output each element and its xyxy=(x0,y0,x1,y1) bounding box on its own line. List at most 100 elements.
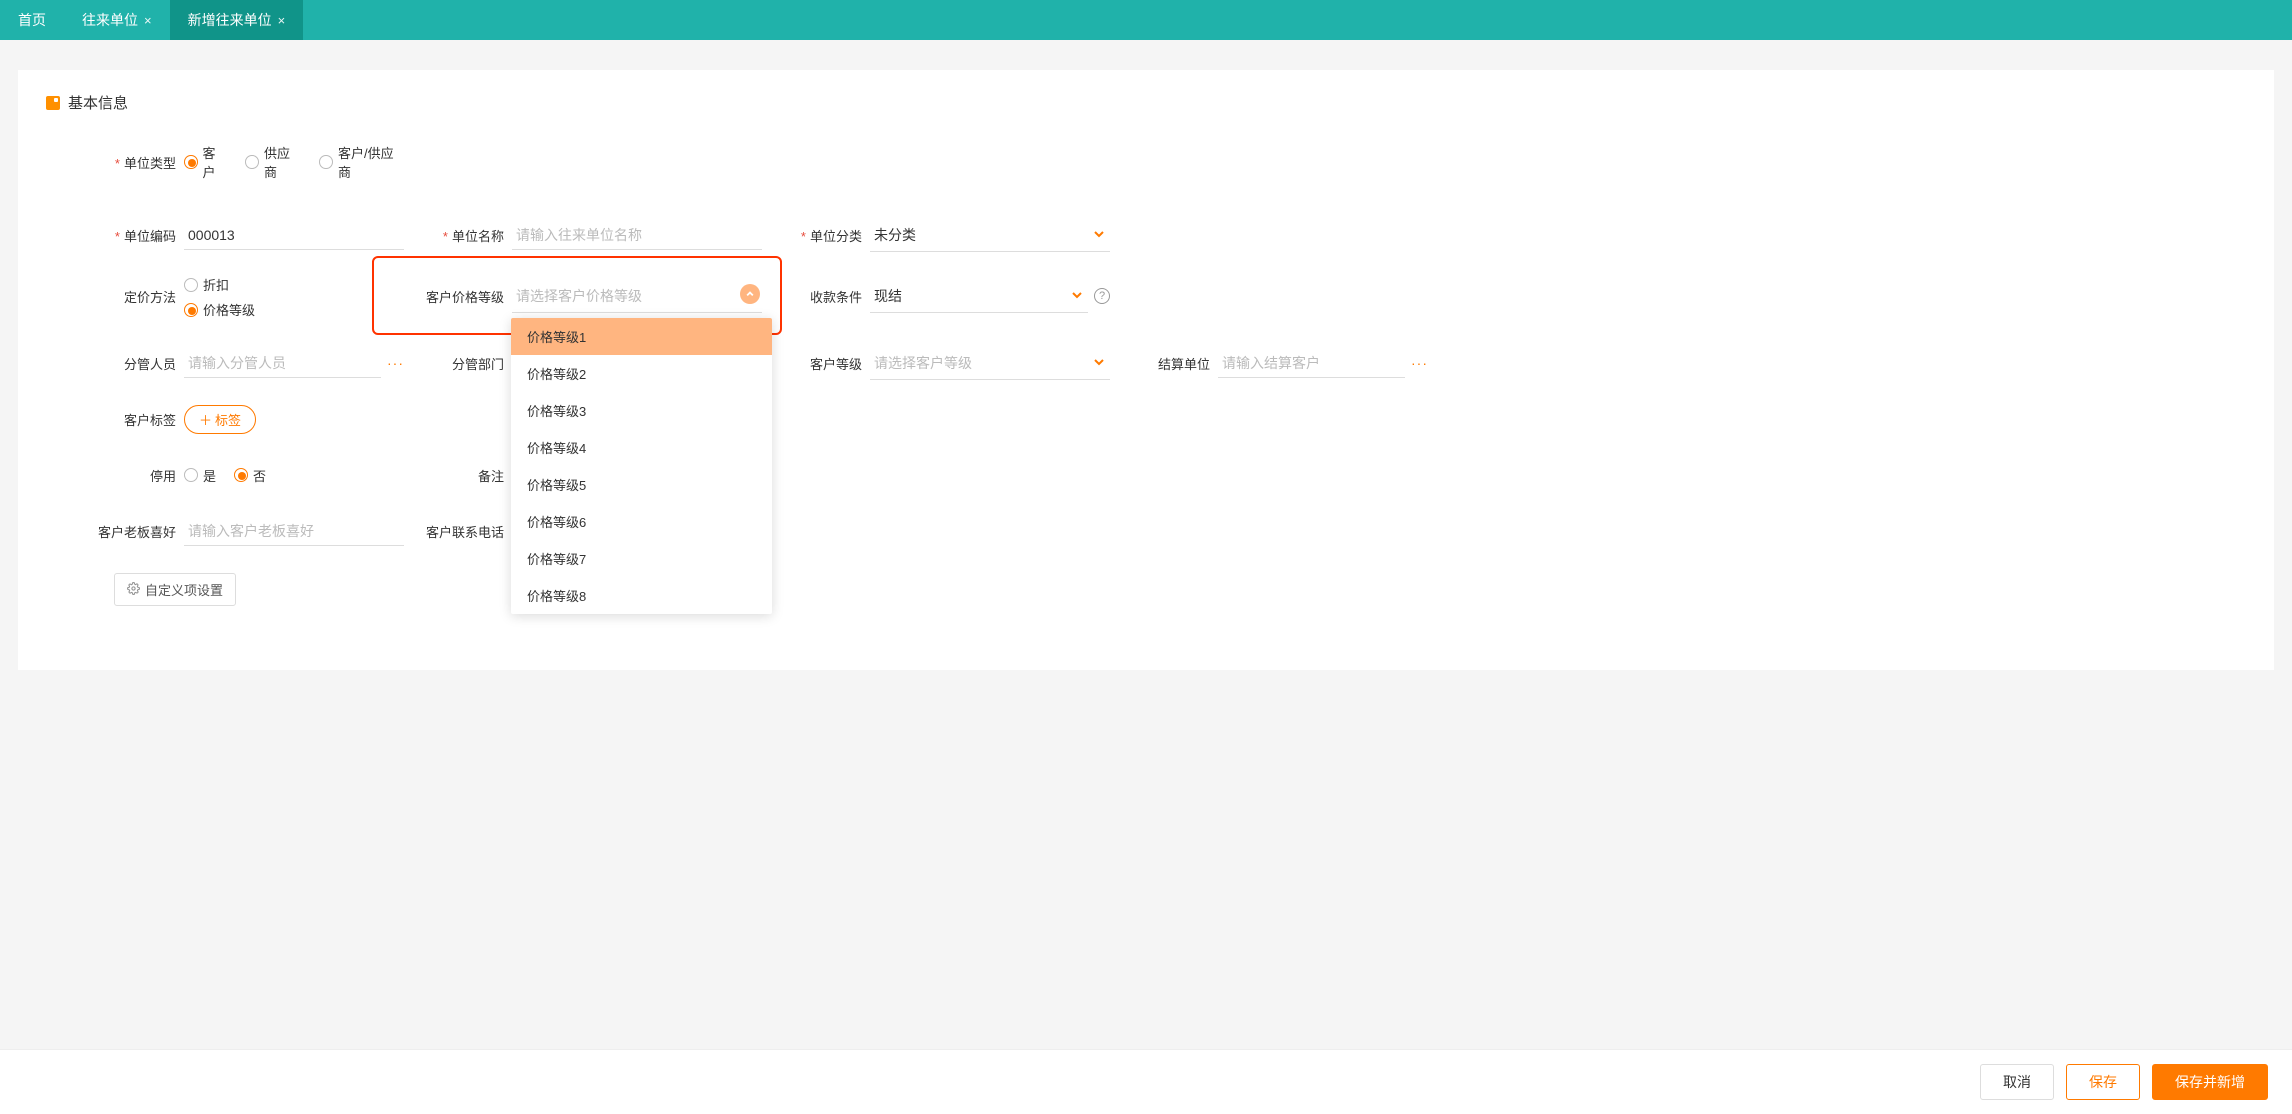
section-title: 基本信息 xyxy=(68,92,128,113)
cancel-label: 取消 xyxy=(2003,1074,2031,1090)
tab-home-label: 首页 xyxy=(18,10,46,30)
unit-category-value: 未分类 xyxy=(874,227,916,243)
chevron-down-icon xyxy=(1070,288,1084,302)
price-level-option[interactable]: 价格等级1 xyxy=(511,318,772,355)
row-staff: 分管人员 ··· 分管部门 客户等级 请选择客户等级 xyxy=(94,345,2226,381)
price-level-option[interactable]: 价格等级8 xyxy=(511,577,772,614)
receipt-terms-select[interactable]: 现结 xyxy=(870,280,1088,313)
tab-list[interactable]: 往来单位 × xyxy=(64,0,170,40)
group-unit-category: 单位分类 未分类 xyxy=(780,217,1110,253)
more-icon[interactable]: ··· xyxy=(1405,355,1428,371)
price-level-option[interactable]: 价格等级3 xyxy=(511,392,772,429)
add-tag-label: 标签 xyxy=(215,410,241,429)
section-icon xyxy=(46,96,60,110)
price-level-option[interactable]: 价格等级6 xyxy=(511,503,772,540)
radio-discount-label: 折扣 xyxy=(203,275,229,294)
tab-list-label: 往来单位 xyxy=(82,10,138,30)
label-customer-grade: 客户等级 xyxy=(780,354,870,373)
price-level-select[interactable]: 请选择客户价格等级 xyxy=(512,280,762,313)
unit-category-select[interactable]: 未分类 xyxy=(870,219,1110,252)
label-contact-phone: 客户联系电话 xyxy=(422,522,512,541)
label-pricing-method: 定价方法 xyxy=(94,287,184,306)
customer-grade-placeholder: 请选择客户等级 xyxy=(874,355,972,371)
close-icon[interactable]: × xyxy=(278,13,286,28)
gear-icon xyxy=(127,582,140,598)
label-boss-pref: 客户老板喜好 xyxy=(94,522,184,541)
radio-supplier[interactable]: 供应商 xyxy=(245,143,301,181)
radio-dot-icon xyxy=(184,468,198,482)
cancel-button[interactable]: 取消 xyxy=(1980,1064,2054,1100)
radio-price-level[interactable]: 价格等级 xyxy=(184,300,255,319)
radio-dot-icon xyxy=(245,155,259,169)
plus-icon: ＋ xyxy=(199,410,212,429)
group-unit-code: 单位编码 xyxy=(94,217,404,253)
label-unit-type: 单位类型 xyxy=(94,153,184,172)
row-boss-pref: 客户老板喜好 客户联系电话 xyxy=(94,513,2226,549)
radio-dot-icon xyxy=(319,155,333,169)
radio-dot-icon xyxy=(184,278,198,292)
group-settle-unit: 结算单位 ··· xyxy=(1128,345,1428,381)
staff-input[interactable] xyxy=(184,349,381,378)
form-area: 单位类型 客户 供应商 xyxy=(46,143,2246,606)
settle-unit-input[interactable] xyxy=(1218,349,1405,378)
radio-dot-icon xyxy=(184,303,198,317)
tab-home[interactable]: 首页 xyxy=(0,0,64,40)
unit-name-input[interactable] xyxy=(512,221,762,250)
price-level-option[interactable]: 价格等级2 xyxy=(511,355,772,392)
radio-disabled-no[interactable]: 否 xyxy=(234,466,266,485)
label-tags: 客户标签 xyxy=(94,410,184,429)
radio-dot-icon xyxy=(184,155,198,169)
price-level-option[interactable]: 价格等级7 xyxy=(511,540,772,577)
group-unit-type: 单位类型 客户 供应商 xyxy=(94,143,404,181)
chevron-up-icon xyxy=(740,284,760,304)
label-price-level: 客户价格等级 xyxy=(422,287,512,306)
row-pricing: 定价方法 折扣 价格等级 xyxy=(94,273,2226,319)
group-receipt-terms: 收款条件 现结 ? xyxy=(780,278,1110,314)
boss-pref-input[interactable] xyxy=(184,517,404,546)
label-unit-code: 单位编码 xyxy=(94,226,184,245)
group-staff: 分管人员 ··· xyxy=(94,345,404,381)
chevron-down-icon xyxy=(1092,227,1106,241)
pricing-method-radio-group: 折扣 价格等级 xyxy=(184,273,255,319)
custom-fields-button[interactable]: 自定义项设置 xyxy=(114,573,236,606)
row-unit-type: 单位类型 客户 供应商 xyxy=(94,143,2226,181)
save-label: 保存 xyxy=(2089,1074,2117,1090)
tab-add[interactable]: 新增往来单位 × xyxy=(170,0,304,40)
label-disabled: 停用 xyxy=(94,466,184,485)
add-tag-button[interactable]: ＋ 标签 xyxy=(184,405,256,434)
radio-disabled-no-label: 否 xyxy=(253,466,266,485)
row-tags: 客户标签 ＋ 标签 xyxy=(94,401,2226,437)
label-staff: 分管人员 xyxy=(94,354,184,373)
radio-dot-icon xyxy=(234,468,248,482)
group-pricing-method: 定价方法 折扣 价格等级 xyxy=(94,273,404,319)
group-tags: 客户标签 ＋ 标签 xyxy=(94,401,404,437)
radio-disabled-yes-label: 是 xyxy=(203,466,216,485)
radio-customer[interactable]: 客户 xyxy=(184,143,227,181)
price-level-option[interactable]: 价格等级5 xyxy=(511,466,772,503)
price-level-placeholder: 请选择客户价格等级 xyxy=(516,288,642,304)
more-icon[interactable]: ··· xyxy=(381,355,404,371)
radio-discount[interactable]: 折扣 xyxy=(184,275,255,294)
row-disabled: 停用 是 否 xyxy=(94,457,2226,493)
form-panel: 基本信息 单位类型 客户 供应商 xyxy=(18,70,2274,670)
radio-both-label: 客户/供应商 xyxy=(338,143,404,181)
group-price-level: 客户价格等级 请选择客户价格等级 价格等级1价格等级2价格等级3价格等级4价格等… xyxy=(422,278,762,314)
radio-both[interactable]: 客户/供应商 xyxy=(319,143,404,181)
customer-grade-select[interactable]: 请选择客户等级 xyxy=(870,347,1110,380)
label-receipt-terms: 收款条件 xyxy=(780,287,870,306)
help-icon[interactable]: ? xyxy=(1094,288,1110,304)
group-boss-pref: 客户老板喜好 xyxy=(94,513,404,549)
label-dept: 分管部门 xyxy=(422,354,512,373)
save-add-button[interactable]: 保存并新增 xyxy=(2152,1064,2268,1100)
price-level-dropdown[interactable]: 价格等级1价格等级2价格等级3价格等级4价格等级5价格等级6价格等级7价格等级8 xyxy=(511,318,772,614)
radio-customer-label: 客户 xyxy=(203,143,228,181)
price-level-option[interactable]: 价格等级4 xyxy=(511,429,772,466)
receipt-terms-value: 现结 xyxy=(874,288,902,304)
top-tabs: 首页 往来单位 × 新增往来单位 × xyxy=(0,0,2292,40)
close-icon[interactable]: × xyxy=(144,13,152,28)
radio-disabled-yes[interactable]: 是 xyxy=(184,466,216,485)
unit-code-input[interactable] xyxy=(184,221,404,250)
chevron-down-icon xyxy=(1092,355,1106,369)
disabled-radio-group: 是 否 xyxy=(184,466,266,485)
save-button[interactable]: 保存 xyxy=(2066,1064,2140,1100)
